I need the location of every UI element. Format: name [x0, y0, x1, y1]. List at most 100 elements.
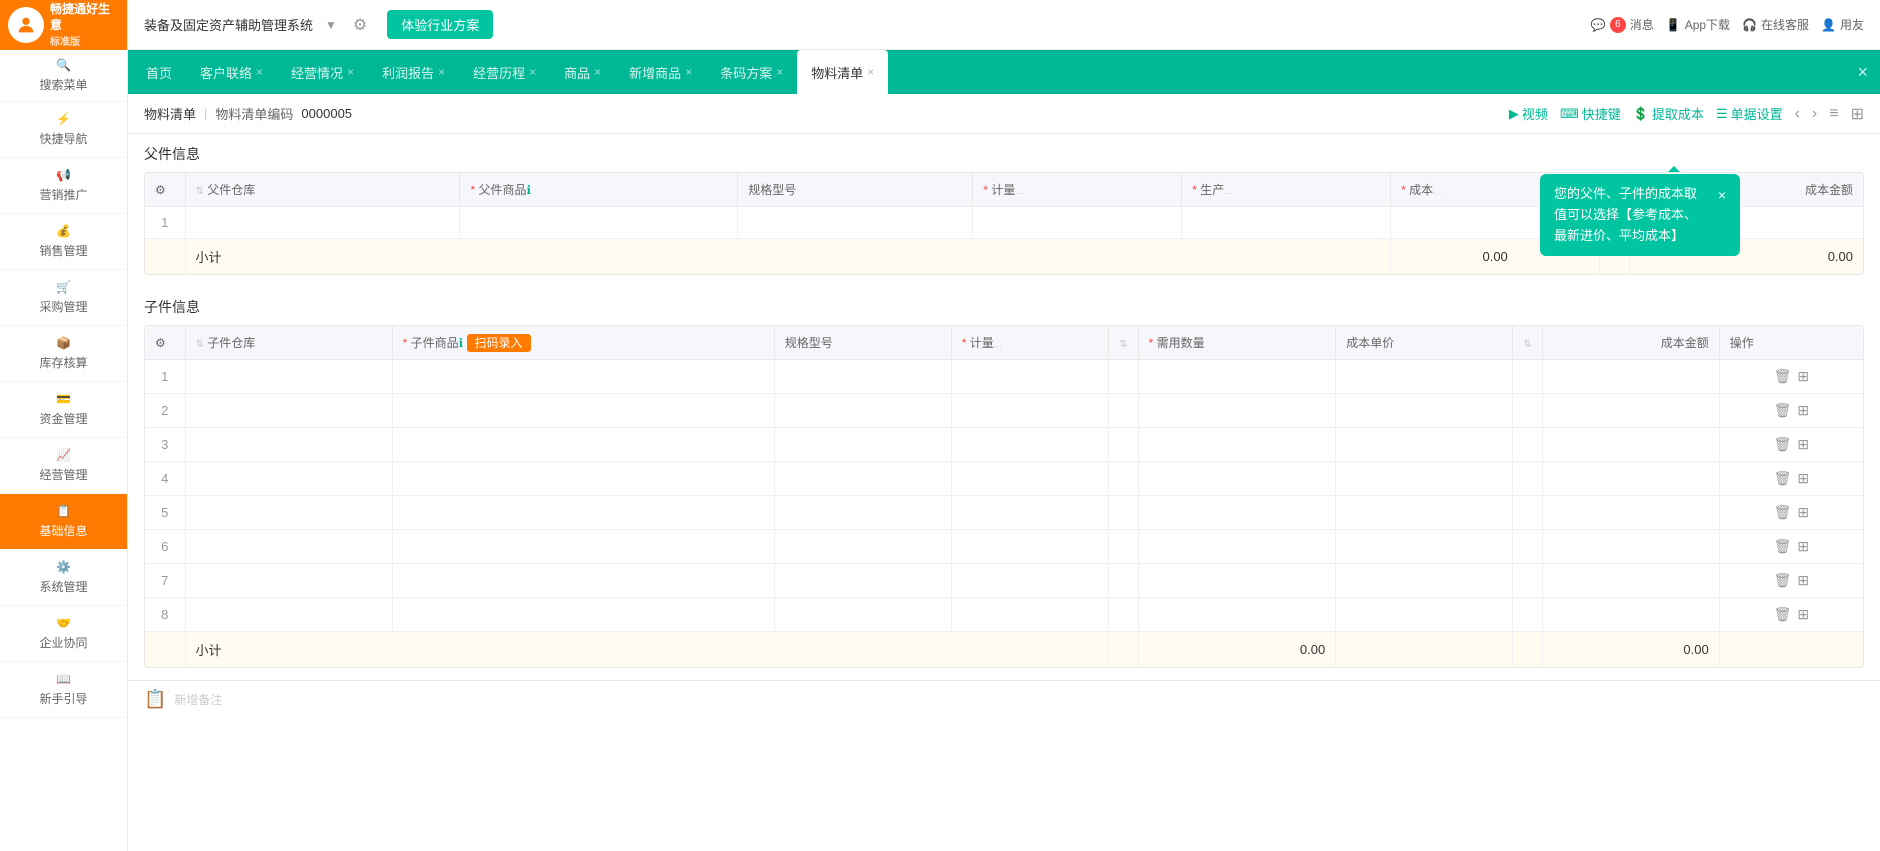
parent-col-spec[interactable]: 规格型号: [738, 173, 973, 207]
online-service-button[interactable]: 🎧 在线客服: [1742, 16, 1809, 33]
copy-row-2-button[interactable]: ⊞: [1797, 402, 1809, 419]
child-row-6-price[interactable]: [1336, 530, 1513, 564]
child-row-7-qty[interactable]: [1138, 564, 1336, 598]
list-view-button[interactable]: ≡: [1829, 105, 1838, 123]
tab-new-goods[interactable]: 新增商品 ×: [615, 50, 706, 94]
child-row-4-warehouse[interactable]: [185, 462, 392, 496]
scan-input-button[interactable]: 扫码录入: [467, 334, 531, 352]
user-button[interactable]: 👤 用友: [1821, 16, 1864, 33]
child-row-1-product[interactable]: [392, 360, 774, 394]
tab-operation[interactable]: 经营情况 ×: [277, 50, 368, 94]
dropdown-arrow-icon[interactable]: ▼: [325, 18, 337, 32]
child-row-2-warehouse[interactable]: [185, 394, 392, 428]
delete-row-3-button[interactable]: 🗑: [1774, 436, 1792, 453]
child-row-2-price[interactable]: [1336, 394, 1513, 428]
parent-row-1-product[interactable]: [460, 207, 738, 239]
parent-col-unit[interactable]: * 计量...: [973, 173, 1182, 207]
child-row-1-spec[interactable]: [774, 360, 951, 394]
child-row-7-spec[interactable]: [774, 564, 951, 598]
child-row-4-product[interactable]: [392, 462, 774, 496]
tab-new-goods-close[interactable]: ×: [685, 65, 692, 79]
child-row-6-product[interactable]: [392, 530, 774, 564]
copy-row-3-button[interactable]: ⊞: [1797, 436, 1809, 453]
child-row-6-qty[interactable]: [1138, 530, 1336, 564]
tab-home[interactable]: 首页: [132, 50, 186, 94]
tab-barcode[interactable]: 条码方案 ×: [706, 50, 797, 94]
tab-bom[interactable]: 物料清单 ×: [797, 50, 888, 94]
child-row-3-price[interactable]: [1336, 428, 1513, 462]
trial-button[interactable]: 体验行业方案: [387, 10, 493, 39]
child-row-6-unit[interactable]: [951, 530, 1108, 564]
sidebar-item-search[interactable]: 🔍 搜索菜单: [0, 50, 127, 102]
child-row-5-warehouse[interactable]: [185, 496, 392, 530]
child-row-8-warehouse[interactable]: [185, 598, 392, 632]
tab-barcode-close[interactable]: ×: [776, 65, 783, 79]
copy-row-4-button[interactable]: ⊞: [1797, 470, 1809, 487]
child-row-5-product[interactable]: [392, 496, 774, 530]
delete-row-5-button[interactable]: 🗑: [1774, 504, 1792, 521]
sidebar-item-guide[interactable]: 📖 新手引导: [0, 662, 127, 718]
sidebar-item-system[interactable]: ⚙️ 系统管理: [0, 550, 127, 606]
sidebar-item-management[interactable]: 📈 经营管理: [0, 438, 127, 494]
delete-row-1-button[interactable]: 🗑: [1774, 368, 1792, 385]
sidebar-item-finance[interactable]: 💳 资金管理: [0, 382, 127, 438]
delete-row-6-button[interactable]: 🗑: [1774, 538, 1792, 555]
copy-row-8-button[interactable]: ⊞: [1797, 606, 1809, 623]
child-row-1-unit[interactable]: [951, 360, 1108, 394]
message-button[interactable]: 💬 6 消息: [1591, 16, 1654, 33]
tooltip-close-button[interactable]: ×: [1718, 184, 1726, 206]
sidebar-item-quicknav[interactable]: ⚡ 快捷导航: [0, 102, 127, 158]
child-row-5-price[interactable]: [1336, 496, 1513, 530]
prev-record-button[interactable]: ‹: [1795, 105, 1800, 123]
delete-row-4-button[interactable]: 🗑: [1774, 470, 1792, 487]
copy-row-6-button[interactable]: ⊞: [1797, 538, 1809, 555]
child-row-6-spec[interactable]: [774, 530, 951, 564]
parent-row-1-spec[interactable]: [738, 207, 973, 239]
child-col-product[interactable]: * 子件商品ℹ 扫码录入: [392, 326, 774, 360]
child-col-warehouse[interactable]: ⇅ 子件仓库: [185, 326, 392, 360]
child-row-7-price[interactable]: [1336, 564, 1513, 598]
tab-bom-close[interactable]: ×: [867, 65, 874, 79]
sidebar-item-basic[interactable]: 📋 基础信息: [0, 494, 127, 550]
tab-goods-close[interactable]: ×: [594, 65, 601, 79]
parent-col-produce[interactable]: * 生产...: [1182, 173, 1391, 207]
child-row-2-product[interactable]: [392, 394, 774, 428]
tab-profit[interactable]: 利润报告 ×: [368, 50, 459, 94]
parent-row-1-warehouse[interactable]: [185, 207, 460, 239]
child-row-2-spec[interactable]: [774, 394, 951, 428]
delete-row-7-button[interactable]: 🗑: [1774, 572, 1792, 589]
child-row-4-qty[interactable]: [1138, 462, 1336, 496]
child-row-8-price[interactable]: [1336, 598, 1513, 632]
copy-row-1-button[interactable]: ⊞: [1797, 368, 1809, 385]
child-col-unit[interactable]: * 计量...: [951, 326, 1108, 360]
child-row-1-warehouse[interactable]: [185, 360, 392, 394]
child-col-settings[interactable]: ⚙: [145, 326, 185, 360]
sidebar-item-collab[interactable]: 🤝 企业协同: [0, 606, 127, 662]
child-row-2-unit[interactable]: [951, 394, 1108, 428]
view-video-button[interactable]: ▶ 视频: [1509, 104, 1548, 123]
child-row-4-spec[interactable]: [774, 462, 951, 496]
child-row-5-unit[interactable]: [951, 496, 1108, 530]
copy-row-5-button[interactable]: ⊞: [1797, 504, 1809, 521]
child-row-3-product[interactable]: [392, 428, 774, 462]
next-record-button[interactable]: ›: [1812, 105, 1817, 123]
shortcut-button[interactable]: ⌨ 快捷键: [1560, 104, 1621, 123]
child-row-7-product[interactable]: [392, 564, 774, 598]
child-row-3-qty[interactable]: [1138, 428, 1336, 462]
child-row-8-unit[interactable]: [951, 598, 1108, 632]
child-col-unit-price[interactable]: 成本单价: [1336, 326, 1513, 360]
sidebar-item-purchase[interactable]: 🛒 采购管理: [0, 270, 127, 326]
tab-history-close[interactable]: ×: [529, 65, 536, 79]
app-download-button[interactable]: 📱 App下载: [1666, 16, 1730, 33]
parent-row-1-produce[interactable]: [1182, 207, 1391, 239]
tab-customer[interactable]: 客户联络 ×: [186, 50, 277, 94]
child-row-3-warehouse[interactable]: [185, 428, 392, 462]
child-row-1-price[interactable]: [1336, 360, 1513, 394]
sidebar-item-sales[interactable]: 💰 销售管理: [0, 214, 127, 270]
child-row-8-product[interactable]: [392, 598, 774, 632]
delete-row-8-button[interactable]: 🗑: [1774, 606, 1792, 623]
child-row-6-warehouse[interactable]: [185, 530, 392, 564]
parent-col-settings[interactable]: ⚙: [145, 173, 185, 207]
tab-operation-close[interactable]: ×: [347, 65, 354, 79]
sidebar-item-inventory[interactable]: 📦 库存核算: [0, 326, 127, 382]
